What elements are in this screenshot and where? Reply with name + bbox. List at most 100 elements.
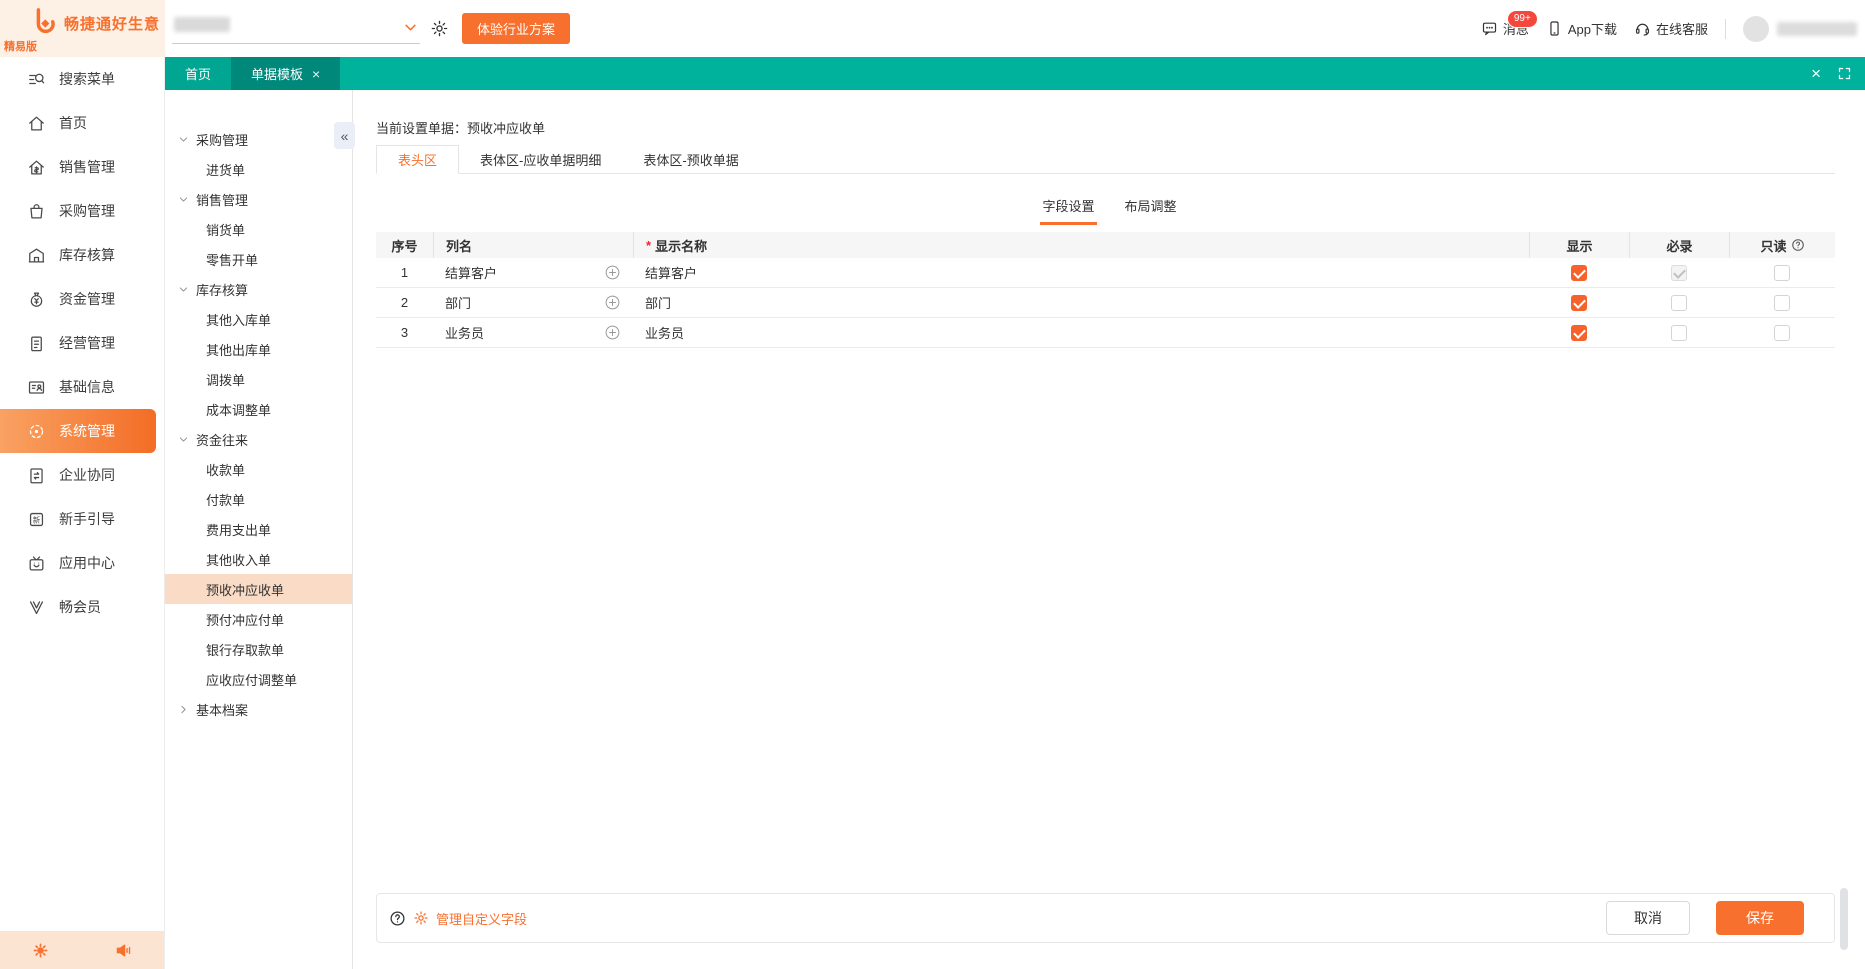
close-all-icon[interactable]: × [1811,65,1821,82]
user-account[interactable] [1743,15,1857,42]
tree-item[interactable]: 销货单 [165,214,352,244]
messages-button[interactable]: 消息 99+ [1481,10,1538,38]
manage-fields-gear-icon [413,910,429,926]
help-question-icon[interactable] [389,910,406,927]
sidebar-footer [0,931,164,969]
app-center-icon [27,554,46,573]
tree-item[interactable]: 预付冲应付单 [165,604,352,634]
main-sidebar: 搜索菜单 首页 销售管理 采购管理 库存核算 资金管理 经营管理 基础信息 系统管理 企业协同新新… [0,57,165,969]
svg-text:新: 新 [33,514,41,524]
tree-item[interactable]: 付款单 [165,484,352,514]
show-checkbox[interactable] [1571,294,1587,311]
sidebar-item[interactable]: 销售管理 [0,145,164,189]
experience-solution-button[interactable]: 体验行业方案 [462,13,571,44]
column-header-required: 必录 [1629,232,1729,258]
tree-item-label: 调拨单 [206,372,246,388]
readonly-checkbox[interactable] [1774,324,1790,341]
sidebar-item-label: 首页 [59,115,87,131]
tabbar-tab[interactable]: 首页 [165,57,232,90]
sales-icon [27,158,46,177]
show-checkbox[interactable] [1571,264,1587,281]
table-header-row: 序号 列名 * 显示名称 显示 必录 只读 [376,232,1835,258]
footer-gear-icon[interactable] [32,942,49,959]
funds-icon [27,290,46,309]
tree-item[interactable]: 银行存取款单 [165,634,352,664]
tabbar-tab[interactable]: 单据模板 × [231,57,341,90]
cell-display-name[interactable]: 结算客户 [633,258,1529,287]
add-field-icon[interactable] [604,324,621,341]
readonly-help-icon[interactable] [1791,238,1805,252]
doc-tab[interactable]: 表头区 [376,145,460,174]
sidebar-item[interactable]: 首页 [0,101,164,145]
required-checkbox[interactable] [1671,294,1687,311]
tree-item[interactable]: 预收冲应收单 [165,574,352,604]
tree-item[interactable]: 成本调整单 [165,394,352,424]
tree-group[interactable]: 库存核算 [165,274,352,304]
tree-item-label: 零售开单 [206,252,259,268]
sidebar-item[interactable]: 基础信息 [0,365,164,409]
sidebar-item[interactable]: 资金管理 [0,277,164,321]
tree-group[interactable]: 资金往来 [165,424,352,454]
sub-tab[interactable]: 字段设置 [1040,192,1097,225]
chevron-down-icon [178,134,189,145]
operations-icon [27,334,46,353]
tree-group[interactable]: 采购管理 [165,124,352,154]
guide-icon: 新 [27,510,46,529]
workspace-select[interactable] [172,12,420,44]
tree-item[interactable]: 其他入库单 [165,304,352,334]
purchase-icon [27,202,46,221]
cell-display-name[interactable]: 业务员 [633,318,1529,347]
tree-item[interactable]: 其他出库单 [165,334,352,364]
sidebar-item-label: 销售管理 [59,159,115,175]
tree-item[interactable]: 进货单 [165,154,352,184]
tree-item[interactable]: 其他收入单 [165,544,352,574]
tree-group[interactable]: 基本档案 [165,694,352,724]
mute-speaker-icon[interactable] [115,942,132,959]
home-icon [27,114,46,133]
sub-tab[interactable]: 布局调整 [1123,192,1179,225]
sidebar-item[interactable]: 库存核算 [0,233,164,277]
fullscreen-icon[interactable] [1837,66,1852,81]
sidebar-item[interactable]: 系统管理 [0,409,156,453]
add-field-icon[interactable] [604,264,621,281]
sidebar-item[interactable]: 畅会员 [0,585,164,629]
tree-item[interactable]: 费用支出单 [165,514,352,544]
member-icon [27,598,46,617]
collapse-panel-button[interactable]: « [334,122,355,149]
tree-item-label: 预收冲应收单 [206,582,285,598]
tree-item[interactable]: 收款单 [165,454,352,484]
tree-item[interactable]: 调拨单 [165,364,352,394]
sidebar-item[interactable]: 采购管理 [0,189,164,233]
required-checkbox[interactable] [1671,324,1687,341]
sidebar-item-label: 基础信息 [59,379,115,395]
tree-item-label: 预付冲应付单 [206,612,285,628]
base-info-icon [27,378,46,397]
readonly-checkbox[interactable] [1774,264,1790,281]
sidebar-item[interactable]: 新 新手引导 [0,497,164,541]
show-checkbox[interactable] [1571,324,1587,341]
online-service-button[interactable]: 在线客服 [1634,19,1708,38]
settings-gear-icon[interactable] [430,19,449,38]
save-button[interactable]: 保存 [1716,901,1804,935]
add-field-icon[interactable] [604,294,621,311]
sidebar-item[interactable]: 企业协同 [0,453,164,497]
doc-tab[interactable]: 表体区-应收单据明细 [459,145,622,173]
scrollbar-thumb[interactable] [1840,888,1848,950]
close-tab-icon[interactable]: × [312,67,320,81]
doc-tab[interactable]: 表体区-预收单据 [622,145,759,173]
sidebar-item[interactable]: 应用中心 [0,541,164,585]
readonly-checkbox[interactable] [1774,294,1790,311]
required-checkbox[interactable] [1671,264,1687,281]
app-download-button[interactable]: App下载 [1546,19,1617,38]
tree-item[interactable]: 应收应付调整单 [165,664,352,694]
workspace-name-blurred [174,17,230,32]
sidebar-item[interactable]: 经营管理 [0,321,164,365]
cell-display-name[interactable]: 部门 [633,288,1529,317]
current-doc-line: 当前设置单据：预收冲应收单 [376,118,545,137]
tree-item[interactable]: 零售开单 [165,244,352,274]
tree-group[interactable]: 销售管理 [165,184,352,214]
doc-region-tabs: 表头区 表体区-应收单据明细 表体区-预收单据 [376,145,1835,174]
sidebar-item[interactable]: 搜索菜单 [0,57,164,101]
cancel-button[interactable]: 取消 [1606,901,1690,935]
manage-custom-fields-link[interactable]: 管理自定义字段 [436,909,527,928]
